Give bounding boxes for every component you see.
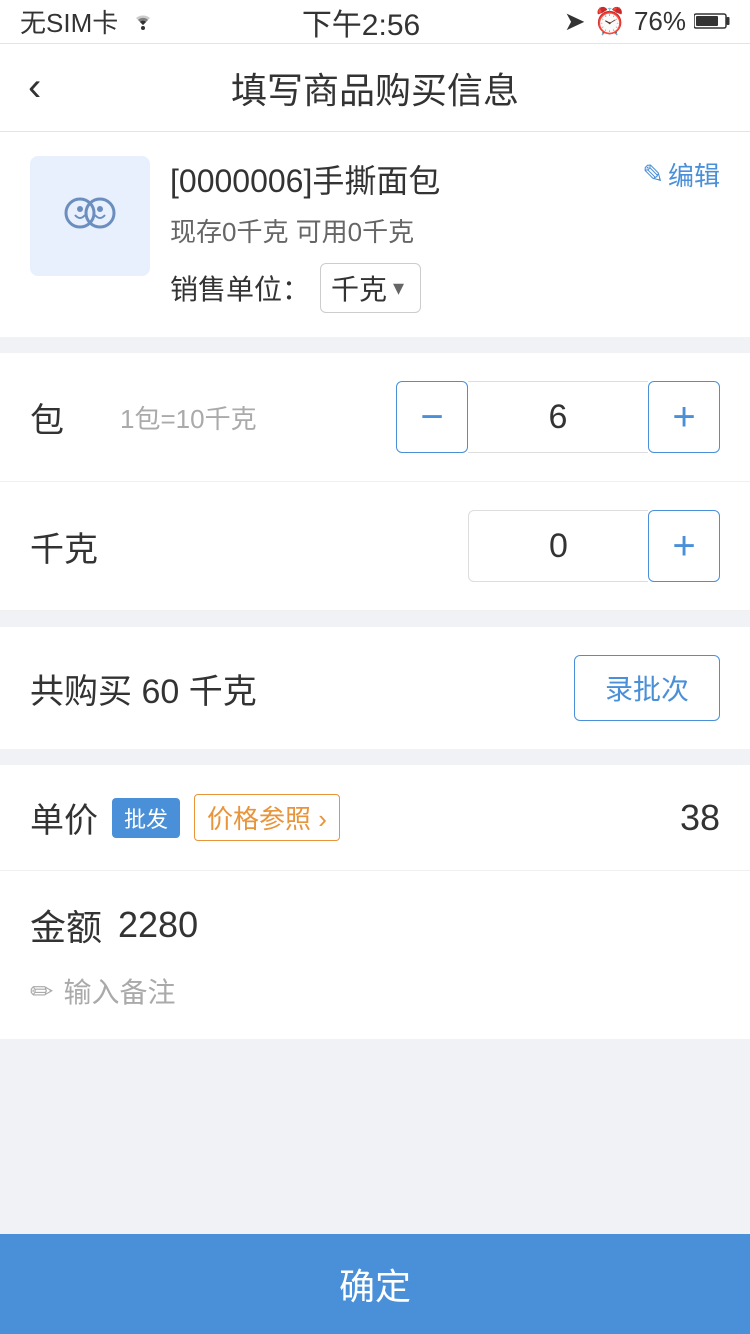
product-header: [0000006]手撕面包 ✎ 编辑 <box>170 156 720 202</box>
product-section: [0000006]手撕面包 ✎ 编辑 现存0千克 可用0千克 销售单位： 千克 … <box>0 132 750 337</box>
amount-section: 金额 2280 ✏ 输入备注 <box>0 871 750 1039</box>
unit-arrow: ▾ <box>393 275 404 301</box>
edit-button[interactable]: ✎ 编辑 <box>642 156 720 193</box>
bao-hint: 1包=10千克 <box>120 399 396 436</box>
battery-icon <box>694 6 730 37</box>
page-title: 填写商品购买信息 <box>231 62 519 114</box>
amount-label: 金额 <box>30 899 102 951</box>
price-ref-button[interactable]: 价格参照 › <box>194 794 340 841</box>
price-label: 单价 <box>30 793 98 842</box>
total-text: 共购买 60 千克 <box>30 664 257 713</box>
bao-decrement-button[interactable]: − <box>396 381 468 453</box>
back-button[interactable]: ‹ <box>28 65 41 110</box>
kg-increment-button[interactable]: + <box>648 510 720 582</box>
confirm-label: 确定 <box>339 1258 411 1310</box>
product-name: [0000006]手撕面包 <box>170 156 632 202</box>
bao-label: 包 <box>30 393 110 442</box>
bao-controls: − + <box>396 381 720 453</box>
batch-button[interactable]: 录批次 <box>574 655 720 721</box>
total-section: 共购买 60 千克 录批次 <box>0 627 750 749</box>
note-row[interactable]: ✏ 输入备注 <box>30 971 720 1011</box>
carrier-label: 无SIM卡 <box>20 3 118 40</box>
total-label: 共购买 <box>30 673 141 711</box>
product-image <box>30 156 150 276</box>
bao-row: 包 1包=10千克 − + <box>0 353 750 482</box>
price-ref-label: 价格参照 › <box>207 799 327 836</box>
total-amount: 60 <box>141 673 179 711</box>
total-unit: 千克 <box>179 673 256 711</box>
status-left: 无SIM卡 <box>20 3 158 40</box>
status-bar: 无SIM卡 下午2:56 ➤ ⏰ 76% <box>0 0 750 44</box>
edit-icon: ✎ <box>642 159 664 190</box>
note-placeholder: 输入备注 <box>63 971 175 1011</box>
batch-label: 录批次 <box>605 674 689 705</box>
note-icon: ✏ <box>30 975 53 1008</box>
product-info: [0000006]手撕面包 ✎ 编辑 现存0千克 可用0千克 销售单位： 千克 … <box>170 156 720 313</box>
location-icon: ➤ <box>564 6 586 37</box>
price-tag: 批发 <box>112 798 180 838</box>
unit-label: 销售单位： <box>170 268 310 308</box>
amount-value: 2280 <box>118 904 198 946</box>
confirm-button[interactable]: 确定 <box>0 1234 750 1334</box>
status-right: ➤ ⏰ 76% <box>564 6 730 37</box>
bao-increment-button[interactable]: + <box>648 381 720 453</box>
unit-select[interactable]: 千克 ▾ <box>320 263 421 313</box>
product-stock: 现存0千克 可用0千克 <box>170 212 720 249</box>
back-arrow: ‹ <box>28 65 41 109</box>
status-time: 下午2:56 <box>302 0 420 44</box>
battery-label: 76% <box>634 6 686 37</box>
kg-row: 千克 + <box>0 482 750 611</box>
nav-bar: ‹ 填写商品购买信息 <box>0 44 750 132</box>
wifi-icon <box>128 6 158 37</box>
kg-controls: + <box>468 510 720 582</box>
price-section: 单价 批发 价格参照 › 38 <box>0 765 750 871</box>
alarm-icon: ⏰ <box>594 6 626 37</box>
quantity-section: 包 1包=10千克 − + 千克 + <box>0 353 750 611</box>
amount-row: 金额 2280 <box>30 899 720 951</box>
unit-value: 千克 <box>331 268 387 308</box>
product-unit: 销售单位： 千克 ▾ <box>170 263 720 313</box>
bao-input[interactable] <box>468 381 648 453</box>
price-value: 38 <box>680 797 720 839</box>
price-left: 单价 批发 价格参照 › <box>30 793 340 842</box>
edit-label: 编辑 <box>668 156 720 193</box>
kg-label: 千克 <box>30 522 110 571</box>
kg-input[interactable] <box>468 510 648 582</box>
